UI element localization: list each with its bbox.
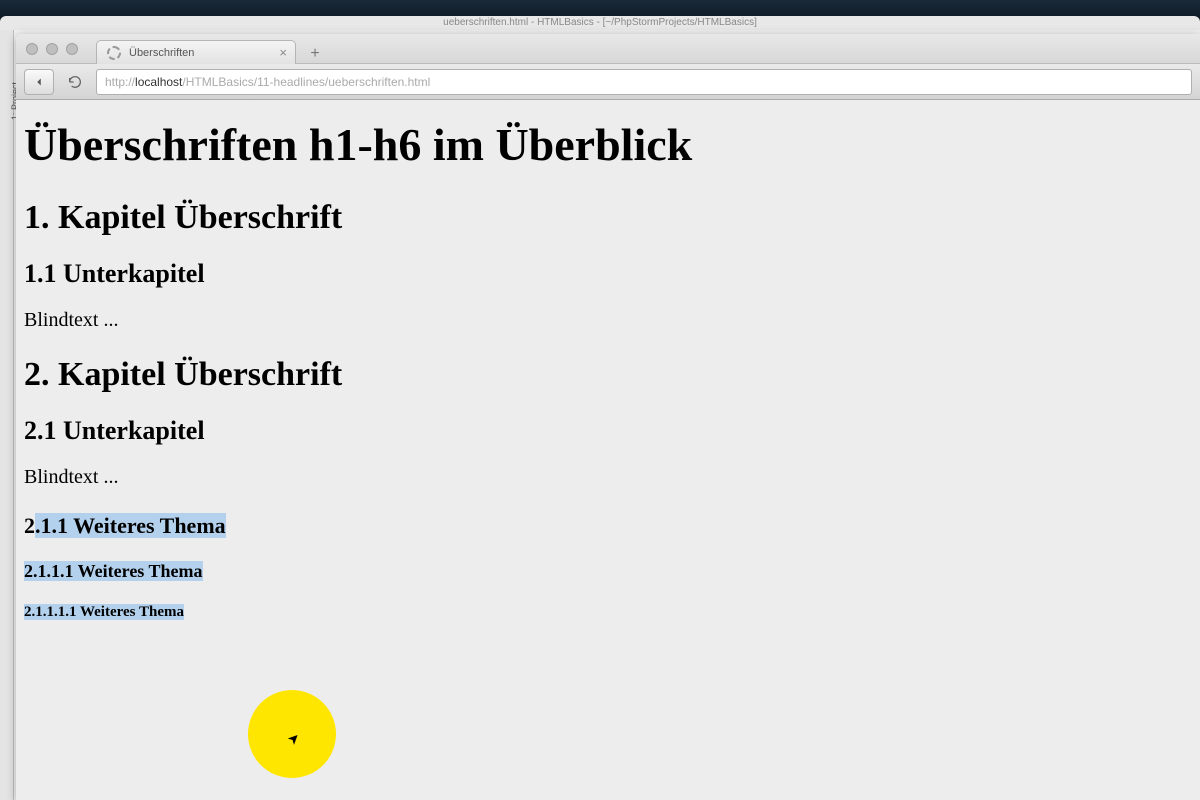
page-viewport[interactable]: Überschriften h1-h6 im Überblick 1. Kapi… [16,100,1200,800]
h6-selected: 2.1.1.1.1 Weiteres Thema [24,604,184,620]
heading-h1: Überschriften h1-h6 im Überblick [24,118,1192,171]
back-arrow-icon [32,75,46,89]
browser-titlebar[interactable]: Überschriften × + [16,34,1200,64]
loading-icon [107,46,121,60]
close-tab-icon[interactable]: × [279,45,287,60]
url-host: localhost [135,75,182,89]
address-bar[interactable]: http://localhost/HTMLBasics/11-headlines… [96,69,1192,95]
h4-selected: .1.1 Weiteres Thema [35,513,226,538]
maximize-window-button[interactable] [66,43,78,55]
back-button[interactable] [24,69,54,95]
browser-toolbar: http://localhost/HTMLBasics/11-headlines… [16,64,1200,100]
heading-h6: 2.1.1.1.1 Weiteres Thema [24,604,1192,621]
browser-window: Überschriften × + http://localhost/HTMLB… [16,34,1200,800]
heading-h2-chapter1: 1. Kapitel Überschrift [24,199,1192,237]
tab-strip: Überschriften × + [96,38,328,64]
ide-window-titlebar: ueberschriften.html - HTMLBasics - [~/Ph… [0,16,1200,30]
close-window-button[interactable] [26,43,38,55]
tab-title: Überschriften [129,47,194,59]
ide-sidebar[interactable]: 1: Project [0,30,14,800]
h5-selected: 2.1.1.1 Weiteres Thema [24,561,203,581]
reload-icon [67,74,83,90]
heading-h3-sub1: 1.1 Unterkapitel [24,259,1192,289]
heading-h2-chapter2: 2. Kapitel Überschrift [24,356,1192,394]
heading-h4: 2.1.1 Weiteres Thema [24,513,1192,539]
h4-unselected: 2 [24,513,35,538]
ide-title-text: ueberschriften.html - HTMLBasics - [~/Ph… [443,17,757,28]
url-scheme: http:// [105,75,135,89]
paragraph-2: Blindtext ... [24,466,1192,489]
heading-h3-sub2: 2.1 Unterkapitel [24,416,1192,446]
reload-button[interactable] [62,69,88,95]
heading-h5: 2.1.1.1 Weiteres Thema [24,561,1192,582]
new-tab-button[interactable]: + [302,44,328,64]
url-path: /HTMLBasics/11-headlines/ueberschriften.… [182,75,430,89]
window-controls [26,43,78,55]
browser-tab-active[interactable]: Überschriften × [96,40,296,64]
minimize-window-button[interactable] [46,43,58,55]
paragraph-1: Blindtext ... [24,309,1192,332]
